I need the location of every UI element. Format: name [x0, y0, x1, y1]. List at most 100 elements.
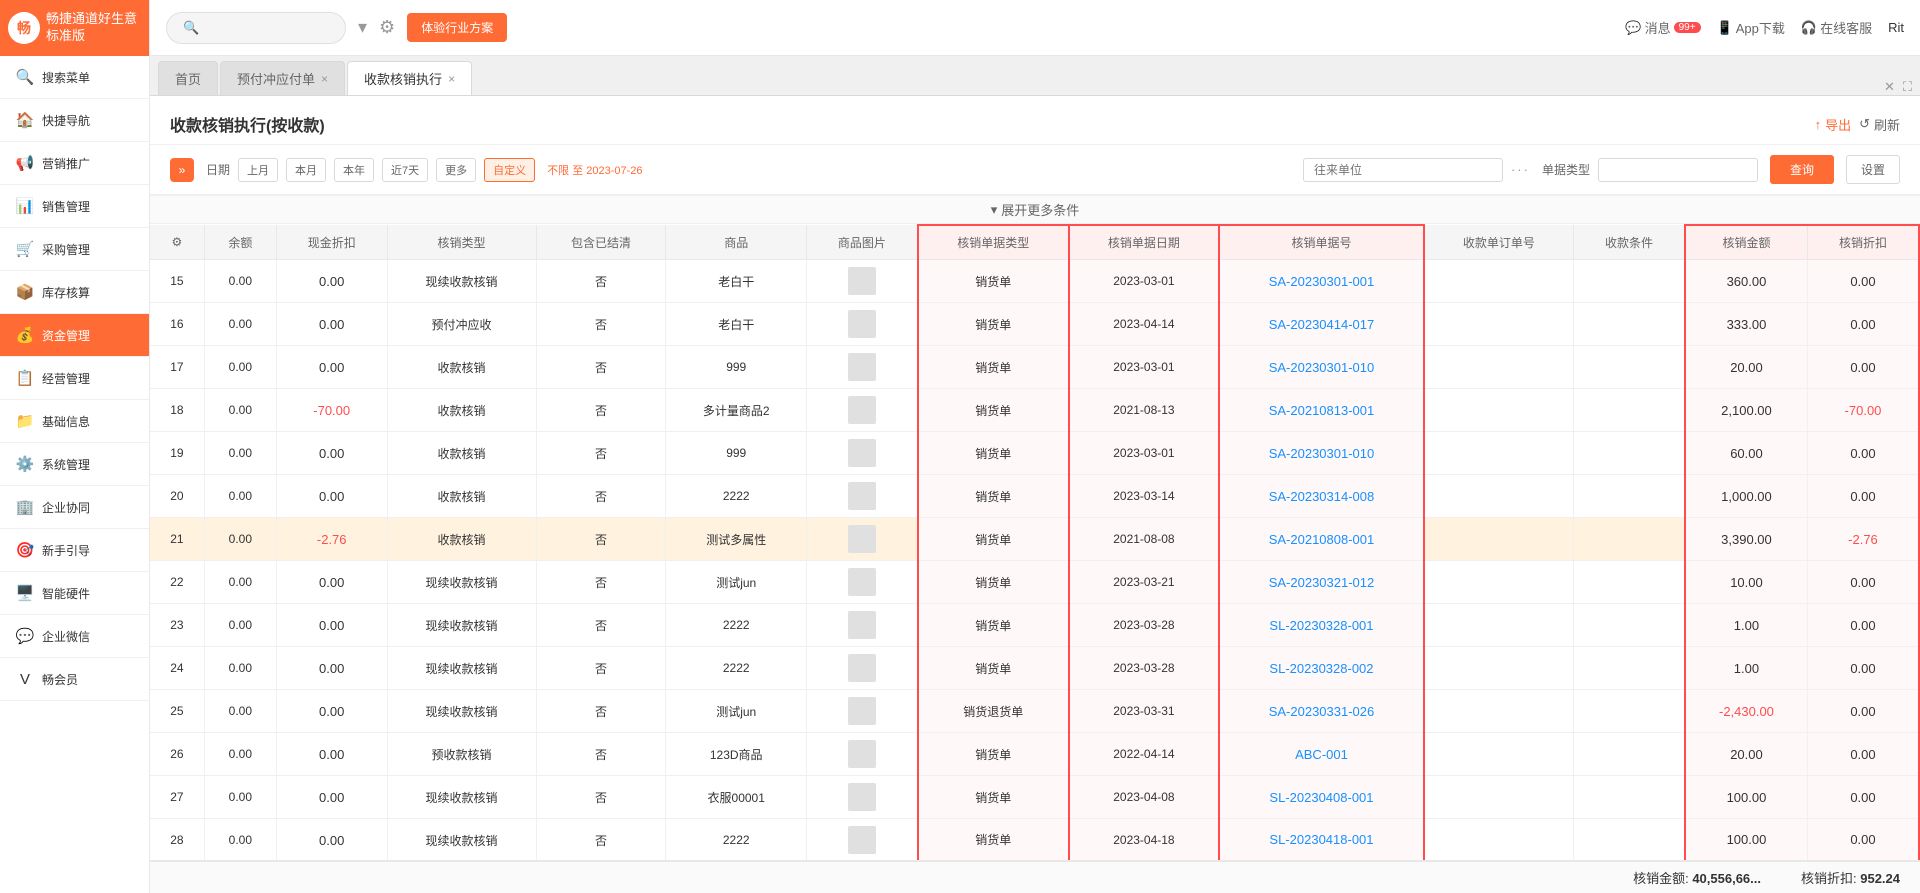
sidebar-item-quick-nav[interactable]: 🏠 快捷导航 [0, 99, 149, 142]
cell-receipt-order [1424, 346, 1574, 389]
tab-prepay-close[interactable]: × [321, 72, 328, 86]
cell-writeoff-type: 现续收款核销 [387, 260, 536, 303]
sidebar-item-inventory[interactable]: 📦 库存核算 [0, 271, 149, 314]
col-report-type: 核销单据类型 [918, 225, 1069, 260]
report-no-link[interactable]: SL-20230408-001 [1269, 790, 1373, 805]
dropdown-icon[interactable]: ▾ [358, 17, 367, 38]
report-no-link[interactable]: SL-20230418-001 [1269, 832, 1373, 847]
message-badge: 99+ [1674, 22, 1701, 33]
sidebar-item-marketing[interactable]: 📢 营销推广 [0, 142, 149, 185]
report-no-link[interactable]: ABC-001 [1295, 747, 1348, 762]
cell-no: 19 [150, 432, 204, 475]
refresh-btn[interactable]: ↺ 刷新 [1859, 115, 1900, 134]
report-no-link[interactable]: SA-20230321-012 [1269, 575, 1375, 590]
report-no-link[interactable]: SA-20230301-010 [1269, 360, 1375, 375]
tab-fullscreen-icon[interactable]: ⛶ [1903, 79, 1912, 95]
cell-writeoff-type: 收款核销 [387, 475, 536, 518]
tab-home[interactable]: 首页 [158, 61, 218, 95]
partner-input[interactable] [1303, 158, 1503, 182]
report-no-link[interactable]: SA-20230301-010 [1269, 446, 1375, 461]
sidebar-item-sales[interactable]: 📊 销售管理 [0, 185, 149, 228]
online-service[interactable]: 🎧 在线客服 [1801, 18, 1872, 37]
sidebar-item-finance[interactable]: 💰 资金管理 [0, 314, 149, 357]
goods-image [848, 267, 876, 295]
tab-writeoff-close[interactable]: × [448, 72, 455, 86]
cell-no: 25 [150, 690, 204, 733]
industry-btn[interactable]: 体验行业方案 [407, 13, 507, 42]
user-label[interactable]: Rit [1888, 20, 1904, 35]
sidebar-item-search[interactable]: 🔍 搜索菜单 [0, 56, 149, 99]
partner-dots[interactable]: ··· [1511, 162, 1530, 177]
sidebar-item-enterprise[interactable]: 🏢 企业协同 [0, 486, 149, 529]
filter-this-year[interactable]: 本年 [334, 158, 374, 182]
cell-include-settled: 否 [536, 647, 666, 690]
sidebar-item-smart-hw[interactable]: 🖥️ 智能硬件 [0, 572, 149, 615]
report-no-link[interactable]: SA-20230414-017 [1269, 317, 1375, 332]
filter-last-month[interactable]: 上月 [238, 158, 278, 182]
app-download[interactable]: 📱 App下载 [1717, 18, 1785, 37]
tab-prepay[interactable]: 预付冲应付单 × [220, 61, 345, 95]
cell-balance: 0.00 [204, 518, 276, 561]
report-no-link[interactable]: SA-20230331-026 [1269, 704, 1375, 719]
report-no-link[interactable]: SA-20210813-001 [1269, 403, 1375, 418]
purchase-label: 采购管理 [42, 241, 90, 258]
filter-more[interactable]: 更多 [436, 158, 476, 182]
quick-nav-label: 快捷导航 [42, 112, 90, 129]
message-area[interactable]: 💬 消息 99+ [1625, 18, 1700, 37]
sidebar-item-system[interactable]: ⚙️ 系统管理 [0, 443, 149, 486]
report-no-link[interactable]: SL-20230328-001 [1269, 618, 1373, 633]
cell-goods: 衣服00001 [666, 776, 807, 819]
settings-btn[interactable]: 设置 [1846, 155, 1900, 184]
filter-date-range: 不限 至 2023-07-26 [547, 162, 642, 178]
cell-goods-image [806, 432, 917, 475]
cell-writeoff-type: 收款核销 [387, 346, 536, 389]
cell-report-no: SA-20230321-012 [1219, 561, 1423, 604]
col-receipt-order: 收款单订单号 [1424, 225, 1574, 260]
cell-receipt-order [1424, 690, 1574, 733]
filter-date-label: 日期 [206, 161, 230, 178]
filter-expand-btn[interactable]: » [170, 158, 194, 182]
export-btn[interactable]: ↑ 导出 [1815, 115, 1852, 134]
cell-balance: 0.00 [204, 690, 276, 733]
inventory-icon: 📦 [16, 283, 34, 301]
sidebar-item-member[interactable]: V 畅会员 [0, 658, 149, 701]
cell-cash-discount: 0.00 [276, 819, 387, 861]
report-no-link[interactable]: SA-20230314-008 [1269, 489, 1375, 504]
settings-icon[interactable]: ⚙ [379, 17, 395, 38]
cell-report-type: 销货单 [918, 475, 1069, 518]
cell-include-settled: 否 [536, 432, 666, 475]
table-row: 23 0.00 0.00 现续收款核销 否 2222 销货单 2023-03-2… [150, 604, 1919, 647]
sidebar-item-wechat[interactable]: 💬 企业微信 [0, 615, 149, 658]
sidebar-item-business[interactable]: 📋 经营管理 [0, 357, 149, 400]
tab-writeoff[interactable]: 收款核销执行 × [347, 61, 472, 95]
report-no-link[interactable]: SL-20230328-002 [1269, 661, 1373, 676]
cell-goods: 测试jun [666, 690, 807, 733]
cell-writeoff-discount: 0.00 [1807, 303, 1919, 346]
tab-close-all-icon[interactable]: ✕ [1884, 79, 1895, 95]
report-no-link[interactable]: SA-20230301-001 [1269, 274, 1375, 289]
sidebar-item-purchase[interactable]: 🛒 采购管理 [0, 228, 149, 271]
cell-writeoff-discount: 0.00 [1807, 432, 1919, 475]
query-btn[interactable]: 查询 [1770, 155, 1834, 184]
filter-7days[interactable]: 近7天 [382, 158, 428, 182]
expand-bar[interactable]: ▾ 展开更多条件 [150, 195, 1920, 224]
cell-report-date: 2023-03-01 [1069, 432, 1220, 475]
filter-custom[interactable]: 自定义 [484, 158, 535, 182]
cell-receipt-order [1424, 647, 1574, 690]
sidebar-item-basic-info[interactable]: 📁 基础信息 [0, 400, 149, 443]
col-gear[interactable]: ⚙ [150, 225, 204, 260]
cell-balance: 0.00 [204, 432, 276, 475]
cell-report-no: SA-20230301-010 [1219, 432, 1423, 475]
report-no-link[interactable]: SA-20210808-001 [1269, 532, 1375, 547]
table-row: 16 0.00 0.00 预付冲应收 否 老白干 销货单 2023-04-14 … [150, 303, 1919, 346]
cell-goods-image [806, 690, 917, 733]
cell-goods-image [806, 776, 917, 819]
sidebar-item-newbie[interactable]: 🎯 新手引导 [0, 529, 149, 572]
filter-this-month[interactable]: 本月 [286, 158, 326, 182]
cell-writeoff-type: 预付冲应收 [387, 303, 536, 346]
cell-writeoff-type: 现续收款核销 [387, 690, 536, 733]
doc-type-select[interactable] [1598, 158, 1758, 182]
goods-image [848, 482, 876, 510]
cell-report-type: 销货单 [918, 561, 1069, 604]
cell-receipt-order [1424, 819, 1574, 861]
